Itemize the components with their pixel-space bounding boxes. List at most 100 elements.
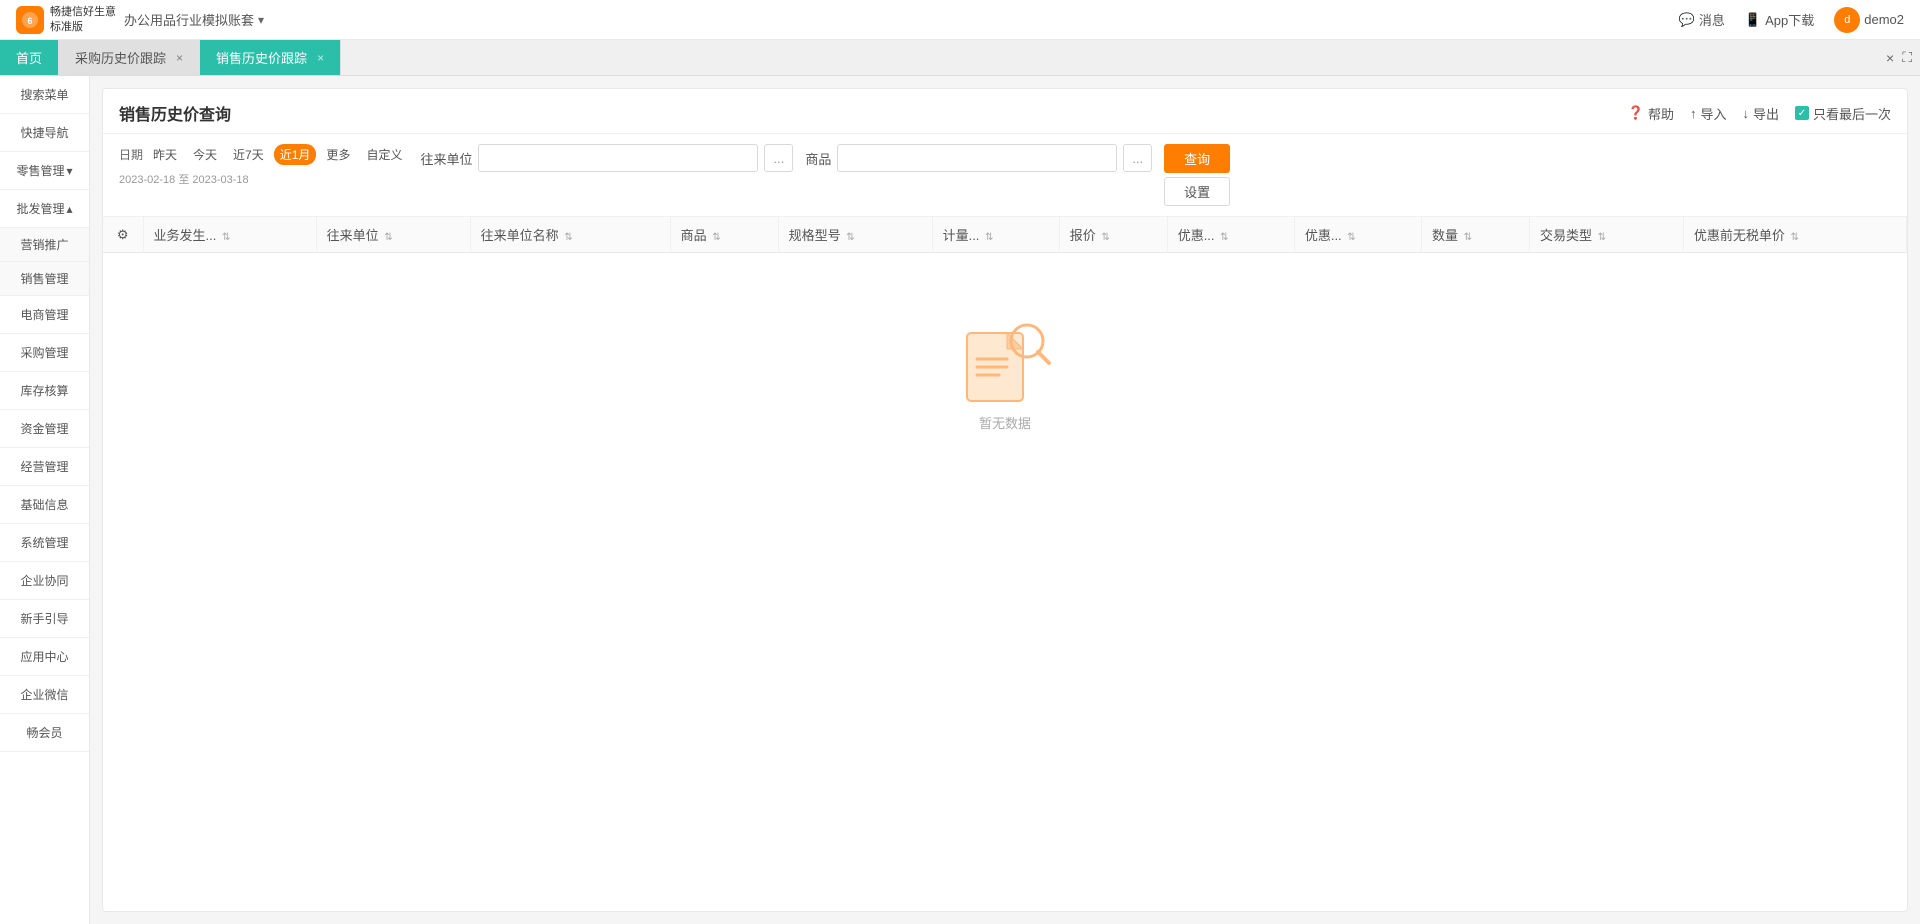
ops-mgmt-label: 经营管理	[4, 458, 85, 475]
sidebar-item-guide[interactable]: 新手引导	[0, 600, 89, 638]
system-mgmt-label: 系统管理	[4, 534, 85, 551]
date-range-text: 2023-02-18 至 2023-03-18	[119, 171, 408, 187]
shortcut-7days[interactable]: 近7天	[227, 144, 270, 165]
retail-mgmt-label: 零售管理	[16, 162, 64, 179]
sidebar-item-retail[interactable]: 零售管理 ▾	[0, 152, 89, 190]
sidebar-item-ecommerce[interactable]: 电商管理	[0, 296, 89, 334]
sort-icon-business-date: ⇅	[222, 232, 230, 243]
header-title: 办公用品行业模拟账套	[124, 10, 254, 29]
shortcut-1month[interactable]: 近1月	[274, 144, 317, 165]
product-label: 商品	[805, 149, 831, 168]
th-discount2[interactable]: 优惠... ⇅	[1294, 217, 1421, 253]
th-trade-type[interactable]: 交易类型 ⇅	[1529, 217, 1683, 253]
tab-sales-history[interactable]: 销售历史价跟踪 ×	[200, 40, 341, 75]
shortcut-custom[interactable]: 自定义	[360, 144, 408, 165]
data-table: ⚙ 业务发生... ⇅ 往来单位 ⇅ 往来单位名称 ⇅ 商品 ⇅ 规格型号 ⇅ …	[103, 217, 1907, 253]
wholesale-mgmt-label: 批发管理	[16, 200, 64, 217]
partner-label: 往来单位	[420, 149, 472, 168]
page-header: 销售历史价查询 ❓ 帮助 ↑ 导入 ↓ 导出 ✓	[103, 89, 1907, 134]
table-header-row: ⚙ 业务发生... ⇅ 往来单位 ⇅ 往来单位名称 ⇅ 商品 ⇅ 规格型号 ⇅ …	[103, 217, 1907, 253]
window-close-btn[interactable]: ×	[1886, 50, 1894, 66]
partner-input[interactable]	[478, 144, 758, 172]
th-spec[interactable]: 规格型号 ⇅	[778, 217, 932, 253]
sort-icon-spec: ⇅	[846, 232, 854, 243]
query-button[interactable]: 查询	[1164, 144, 1230, 173]
sort-icon-partner-code: ⇅	[384, 232, 392, 243]
enterprise-wechat-label: 企业微信	[4, 686, 85, 703]
th-pretax-price[interactable]: 优惠前无税单价 ⇅	[1683, 217, 1906, 253]
shortcut-yesterday[interactable]: 昨天	[147, 144, 183, 165]
sidebar-item-wechat[interactable]: 企业微信	[0, 676, 89, 714]
sort-icon-trade-type: ⇅	[1598, 232, 1606, 243]
empty-illustration	[955, 313, 1055, 413]
date-label: 日期	[119, 146, 143, 163]
logo-icon: 6	[16, 6, 44, 34]
message-action[interactable]: 💬 消息	[1679, 10, 1725, 29]
th-partner-name[interactable]: 往来单位名称 ⇅	[470, 217, 670, 253]
partner-input-row: 往来单位 ...	[420, 144, 793, 172]
th-quantity[interactable]: 数量 ⇅	[1421, 217, 1529, 253]
guide-label: 新手引导	[4, 610, 85, 627]
export-action[interactable]: ↓ 导出	[1742, 104, 1779, 123]
sidebar-item-search[interactable]: 搜索菜单	[0, 76, 89, 114]
tab-purchase-close[interactable]: ×	[176, 51, 183, 65]
user-action[interactable]: d demo2	[1834, 7, 1904, 33]
th-business-date[interactable]: 业务发生... ⇅	[143, 217, 316, 253]
sidebar-item-finance[interactable]: 资金管理	[0, 410, 89, 448]
sidebar-item-member[interactable]: 畅会员	[0, 714, 89, 752]
table-container: ⚙ 业务发生... ⇅ 往来单位 ⇅ 往来单位名称 ⇅ 商品 ⇅ 规格型号 ⇅ …	[103, 217, 1907, 911]
sort-icon-partner-name: ⇅	[564, 232, 572, 243]
tab-purchase-history[interactable]: 采购历史价跟踪 ×	[59, 40, 200, 75]
sidebar-item-marketing[interactable]: 营销推广	[0, 228, 89, 262]
finance-mgmt-label: 资金管理	[4, 420, 85, 437]
window-maximize-btn[interactable]: ⛶	[1902, 49, 1912, 66]
sort-icon-unit: ⇅	[985, 232, 993, 243]
shortcut-more[interactable]: 更多	[320, 144, 356, 165]
sidebar-item-ops[interactable]: 经营管理	[0, 448, 89, 486]
th-unit[interactable]: 计量... ⇅	[932, 217, 1059, 253]
sidebar-item-wholesale[interactable]: 批发管理 ▴	[0, 190, 89, 228]
import-action[interactable]: ↑ 导入	[1690, 104, 1727, 123]
sidebar-item-sales[interactable]: 销售管理	[0, 262, 89, 296]
sidebar-item-purchase[interactable]: 采购管理	[0, 334, 89, 372]
settings-button[interactable]: 设置	[1164, 177, 1230, 206]
sidebar-item-system[interactable]: 系统管理	[0, 524, 89, 562]
main-layout: 搜索菜单 快捷导航 零售管理 ▾ 批发管理 ▴ 营销推广 销售管理 电商管理 采…	[0, 76, 1920, 924]
tab-home[interactable]: 首页	[0, 40, 59, 75]
dropdown-icon[interactable]: ▾	[258, 13, 264, 27]
tab-bar: 首页 采购历史价跟踪 × 销售历史价跟踪 × × ⛶	[0, 40, 1920, 76]
retail-arrow-icon: ▾	[66, 164, 72, 178]
import-icon: ↑	[1690, 106, 1697, 121]
empty-graphic	[955, 313, 1055, 413]
basic-info-label: 基础信息	[4, 496, 85, 513]
product-ellipsis-btn[interactable]: ...	[1123, 144, 1152, 172]
search-menu-label: 搜索菜单	[4, 86, 85, 103]
avatar: d	[1834, 7, 1860, 33]
only-last-checkbox[interactable]: ✓ 只看最后一次	[1795, 104, 1891, 123]
filter-actions: 查询 设置	[1164, 144, 1230, 206]
th-partner-code[interactable]: 往来单位 ⇅	[316, 217, 470, 253]
shortcut-today[interactable]: 今天	[187, 144, 223, 165]
tab-sales-close[interactable]: ×	[317, 51, 324, 65]
th-product[interactable]: 商品 ⇅	[670, 217, 778, 253]
partner-ellipsis-btn[interactable]: ...	[764, 144, 793, 172]
help-action[interactable]: ❓ 帮助	[1628, 104, 1674, 123]
app-center-label: 应用中心	[4, 648, 85, 665]
sidebar-item-enterprise[interactable]: 企业协同	[0, 562, 89, 600]
product-input[interactable]	[837, 144, 1117, 172]
sidebar-item-appcenter[interactable]: 应用中心	[0, 638, 89, 676]
ecommerce-mgmt-label: 电商管理	[4, 306, 85, 323]
th-quoted-price[interactable]: 报价 ⇅	[1059, 217, 1167, 253]
sidebar-item-basic[interactable]: 基础信息	[0, 486, 89, 524]
enterprise-agreement-label: 企业协同	[4, 572, 85, 589]
empty-state: 暂无数据	[103, 253, 1907, 492]
sidebar-item-quicknav[interactable]: 快捷导航	[0, 114, 89, 152]
logo-area: 6 畅捷信好生意 标准版	[16, 5, 116, 34]
app-download-action[interactable]: 📱 App下载	[1745, 10, 1814, 29]
help-icon: ❓	[1628, 105, 1644, 121]
th-discount1[interactable]: 优惠... ⇅	[1167, 217, 1294, 253]
sidebar-item-inventory[interactable]: 库存核算	[0, 372, 89, 410]
th-settings[interactable]: ⚙	[103, 217, 143, 253]
page-title: 销售历史价查询	[119, 101, 231, 125]
message-icon: 💬	[1679, 12, 1695, 28]
